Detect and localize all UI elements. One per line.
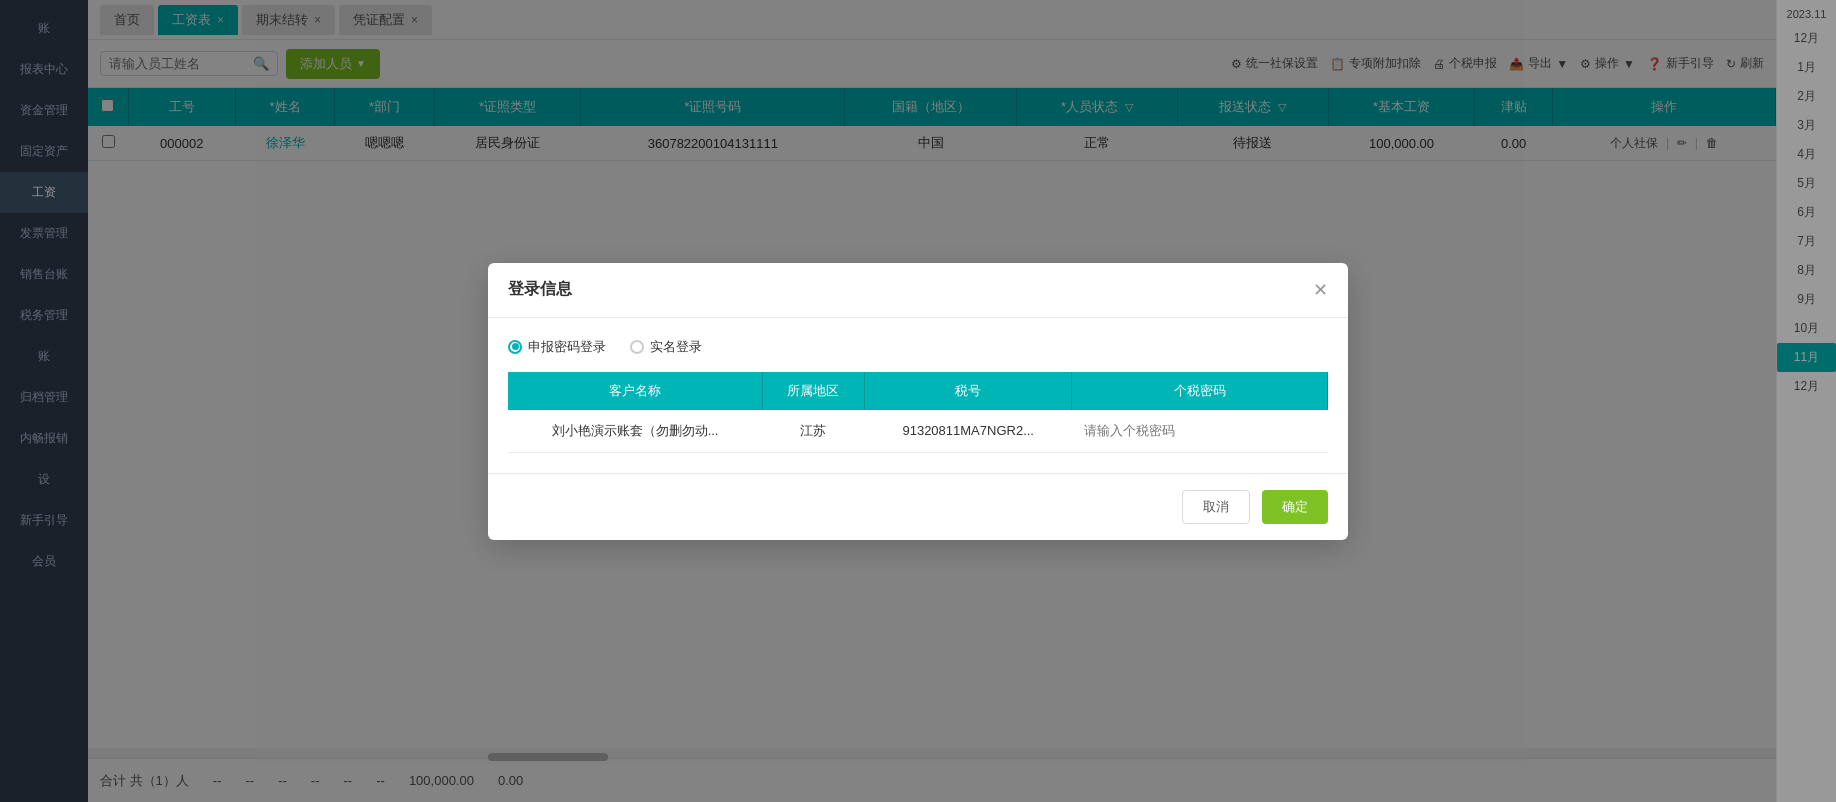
dialog-col-client: 客户名称 xyxy=(508,372,762,410)
dialog-tax-id: 91320811MA7NGR2... xyxy=(865,410,1072,453)
radio-realname-dot xyxy=(630,340,644,354)
login-radio-group: 申报密码登录 实名登录 xyxy=(508,338,1328,356)
dialog-close-button[interactable]: ✕ xyxy=(1313,279,1328,301)
dialog-col-taxid: 税号 xyxy=(865,372,1072,410)
dialog-title: 登录信息 xyxy=(508,279,572,300)
dialog-body: 申报密码登录 实名登录 客户名称 所属地区 税号 个税密码 xyxy=(488,318,1348,473)
dialog-tax-pwd-cell[interactable] xyxy=(1072,410,1328,453)
radio-password-login[interactable]: 申报密码登录 xyxy=(508,338,606,356)
tax-pwd-input[interactable] xyxy=(1084,423,1316,438)
dialog-footer: 取消 确定 xyxy=(488,473,1348,540)
dialog-overlay: 登录信息 ✕ 申报密码登录 实名登录 客户名称 所属 xyxy=(0,0,1836,802)
radio-password-dot xyxy=(508,340,522,354)
dialog-col-region: 所属地区 xyxy=(762,372,865,410)
radio-realname-login[interactable]: 实名登录 xyxy=(630,338,702,356)
dialog-col-taxpwd: 个税密码 xyxy=(1072,372,1328,410)
dialog-table-row: 刘小艳演示账套（勿删勿动... 江苏 91320811MA7NGR2... xyxy=(508,410,1328,453)
cancel-button[interactable]: 取消 xyxy=(1182,490,1250,524)
login-info-table: 客户名称 所属地区 税号 个税密码 刘小艳演示账套（勿删勿动... 江苏 913… xyxy=(508,372,1328,453)
login-dialog: 登录信息 ✕ 申报密码登录 实名登录 客户名称 所属 xyxy=(488,263,1348,540)
dialog-region: 江苏 xyxy=(762,410,865,453)
confirm-button[interactable]: 确定 xyxy=(1262,490,1328,524)
dialog-header: 登录信息 ✕ xyxy=(488,263,1348,318)
dialog-client-name: 刘小艳演示账套（勿删勿动... xyxy=(508,410,762,453)
